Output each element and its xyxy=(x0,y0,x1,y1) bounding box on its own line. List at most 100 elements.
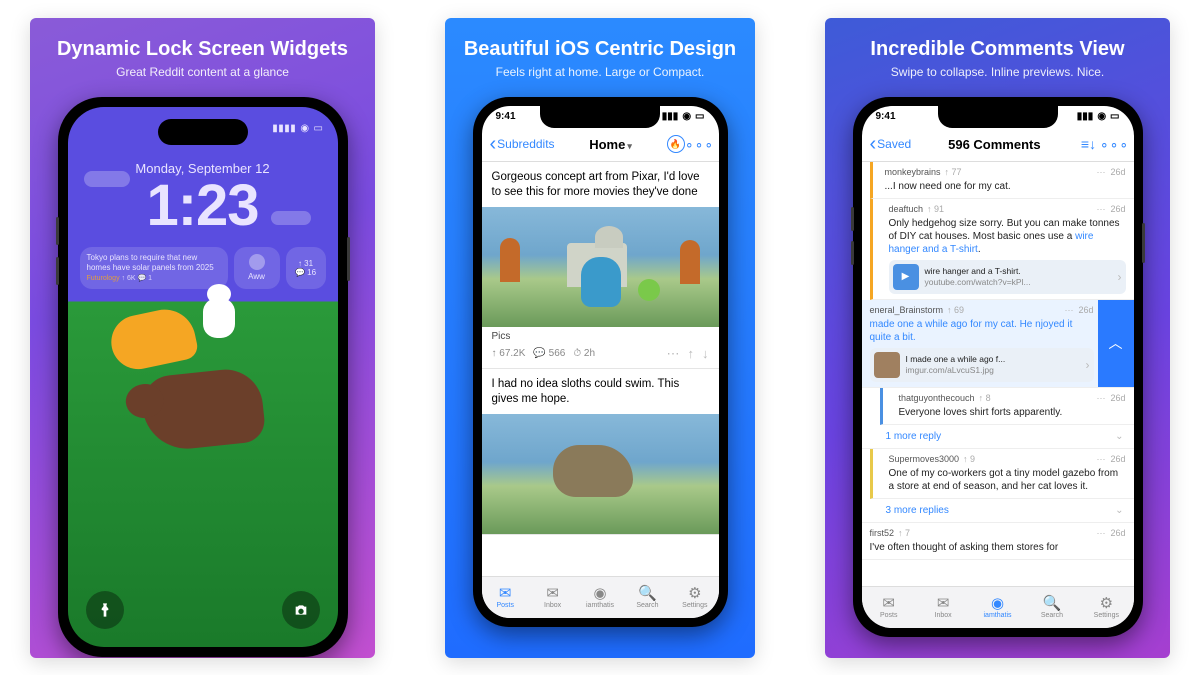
gear-icon: ⚙ xyxy=(688,586,701,601)
post-upvotes: ↑ 67.2K xyxy=(492,348,526,359)
phone-screen: 9:41 ▮▮▮ ◉ ▭ Subreddits Home▾ 🔥 ∘∘∘ Gorgeo… xyxy=(482,106,719,618)
more-replies-button[interactable]: 1 more reply⌄ xyxy=(862,425,1134,449)
lockscreen-widgets: Tokyo plans to require that new homes ha… xyxy=(68,239,338,298)
upvote-icon[interactable]: ↑ xyxy=(688,346,695,361)
comment-body: One of my co-workers got a tiny model ga… xyxy=(889,467,1126,493)
comment-row[interactable]: thatguyonthecouch↑ 8⋯26d Everyone loves … xyxy=(880,388,1134,425)
panel-subtitle: Swipe to collapse. Inline previews. Nice… xyxy=(891,65,1104,79)
swipe-collapse-action[interactable] xyxy=(1098,300,1134,387)
nav-title: 596 Comments xyxy=(915,137,1073,152)
tab-bar: ✉Posts ✉Inbox ◉iamthatis 🔍Search ⚙Settin… xyxy=(482,576,719,618)
battery-icon: ▭ xyxy=(1110,111,1119,122)
widget-stats[interactable]: ↑ 31 💬 16 xyxy=(286,247,326,290)
chevron-down-icon: ⌄ xyxy=(1115,505,1123,516)
tab-search[interactable]: 🔍Search xyxy=(1025,587,1079,628)
wifi-icon: ◉ xyxy=(300,123,309,134)
signal-icon: ▮▮▮ xyxy=(662,111,679,122)
more-replies-button[interactable]: 3 more replies⌄ xyxy=(862,499,1134,523)
comment-body: made one a while ago for my cat. He njoy… xyxy=(870,318,1094,344)
panel-title: Dynamic Lock Screen Widgets xyxy=(57,38,348,61)
wifi-icon: ◉ xyxy=(1097,111,1106,122)
tab-settings[interactable]: ⚙Settings xyxy=(671,577,718,618)
snoo-icon xyxy=(249,254,265,270)
phone-screen: ▮▮▮▮ ◉ ▭ Monday, September 12 1:23 Tokyo… xyxy=(68,107,338,647)
comment-row[interactable]: first52↑ 7⋯26d I've often thought of ask… xyxy=(862,523,1134,560)
phone-screen: 9:41 ▮▮▮◉▭ Saved 596 Comments ≡↓ ∘∘∘ mon… xyxy=(862,106,1134,628)
back-button[interactable]: Saved xyxy=(870,137,912,151)
post-age: ⏱ 2h xyxy=(573,348,595,359)
comment-row-swiped[interactable]: eneral_Brainstorm↑ 69⋯26d made one a whi… xyxy=(862,300,1134,388)
post-meta: Pics xyxy=(482,327,719,346)
battery-icon: ▭ xyxy=(314,123,324,134)
widget-post[interactable]: Tokyo plans to require that new homes ha… xyxy=(80,247,228,290)
comments-list[interactable]: monkeybrains↑ 77⋯26d ...I now need one f… xyxy=(862,162,1134,586)
chevron-down-icon: ▾ xyxy=(627,141,632,151)
comment-more-icon[interactable]: ⋯ xyxy=(1096,528,1106,539)
comment-more-icon[interactable]: ⋯ xyxy=(1096,167,1106,178)
posts-icon: ✉ xyxy=(882,596,895,611)
panel-subtitle: Feels right at home. Large or Compact. xyxy=(496,65,705,79)
status-time: 9:41 xyxy=(496,111,516,122)
tab-posts[interactable]: ✉Posts xyxy=(482,577,529,618)
comment-body: ...I now need one for my cat. xyxy=(885,180,1126,193)
phone-frame: 9:41 ▮▮▮◉▭ Saved 596 Comments ≡↓ ∘∘∘ mon… xyxy=(853,97,1143,637)
chevron-right-icon: › xyxy=(1118,270,1122,284)
media-preview[interactable]: I made one a while ago f...imgur.com/aLv… xyxy=(870,348,1094,382)
comment-more-icon[interactable]: ⋯ xyxy=(1096,204,1106,215)
sort-icon[interactable]: ≡↓ xyxy=(1078,133,1100,155)
search-icon: 🔍 xyxy=(1043,596,1062,611)
comment-row[interactable]: deaftuch↑ 91⋯26d Only hedgehog size sorr… xyxy=(870,199,1134,300)
post-comments: 💬 566 xyxy=(533,348,565,359)
tab-account[interactable]: ◉iamthatis xyxy=(576,577,623,618)
tab-posts[interactable]: ✉Posts xyxy=(862,587,916,628)
more-icon[interactable]: ∘∘∘ xyxy=(1104,133,1126,155)
comment-row[interactable]: monkeybrains↑ 77⋯26d ...I now need one f… xyxy=(870,162,1134,199)
tab-inbox[interactable]: ✉Inbox xyxy=(916,587,970,628)
widget-post-text: Tokyo plans to require that new homes ha… xyxy=(87,253,221,273)
inbox-icon: ✉ xyxy=(546,586,559,601)
image-thumb xyxy=(874,352,900,378)
inbox-icon: ✉ xyxy=(937,596,950,611)
post-card[interactable]: Gorgeous concept art from Pixar, I'd lov… xyxy=(482,162,719,369)
sort-hot-icon[interactable]: 🔥 xyxy=(667,135,685,153)
battery-icon: ▭ xyxy=(695,111,704,122)
comment-body: Only hedgehog size sorry. But you can ma… xyxy=(889,217,1126,256)
back-button[interactable]: Subreddits xyxy=(490,137,555,151)
comment-more-icon[interactable]: ⋯ xyxy=(1096,393,1106,404)
post-image[interactable] xyxy=(482,207,719,327)
flashlight-button[interactable] xyxy=(86,591,124,629)
post-subreddit[interactable]: Pics xyxy=(492,331,511,342)
tab-search[interactable]: 🔍Search xyxy=(624,577,671,618)
tab-account[interactable]: ◉iamthatis xyxy=(970,587,1024,628)
tab-bar: ✉Posts ✉Inbox ◉iamthatis 🔍Search ⚙Settin… xyxy=(862,586,1134,628)
post-card[interactable]: I had no idea sloths could swim. This gi… xyxy=(482,369,719,535)
downvote-icon[interactable]: ↓ xyxy=(702,346,709,361)
post-more-icon[interactable]: ⋯ xyxy=(667,346,680,362)
nav-title[interactable]: Home▾ xyxy=(559,137,663,152)
media-preview[interactable]: ▶ wire hanger and a T-shirt.youtube.com/… xyxy=(889,260,1126,294)
tab-settings[interactable]: ⚙Settings xyxy=(1079,587,1133,628)
signal-icon: ▮▮▮▮ xyxy=(272,123,296,134)
account-icon: ◉ xyxy=(593,586,606,601)
camera-button[interactable] xyxy=(282,591,320,629)
gear-icon: ⚙ xyxy=(1100,596,1113,611)
widget-icon[interactable]: Aww xyxy=(234,247,280,290)
comment-body: Everyone loves shirt forts apparently. xyxy=(899,406,1126,419)
play-icon: ▶ xyxy=(893,264,919,290)
dynamic-island xyxy=(158,119,248,145)
chevron-down-icon: ⌄ xyxy=(1115,431,1123,442)
comment-more-icon[interactable]: ⋯ xyxy=(1064,305,1074,316)
promo-panel-feed: Beautiful iOS Centric Design Feels right… xyxy=(445,18,755,658)
tab-inbox[interactable]: ✉Inbox xyxy=(529,577,576,618)
comment-row[interactable]: Supermoves3000↑ 9⋯26d One of my co-worke… xyxy=(870,449,1134,499)
account-icon: ◉ xyxy=(991,596,1004,611)
promo-panel-lockscreen: Dynamic Lock Screen Widgets Great Reddit… xyxy=(30,18,375,658)
panel-title: Incredible Comments View xyxy=(870,38,1124,61)
nav-bar: Subreddits Home▾ 🔥 ∘∘∘ xyxy=(482,128,719,162)
notch xyxy=(540,106,660,128)
chevron-right-icon: › xyxy=(1086,358,1090,372)
post-image[interactable] xyxy=(482,414,719,534)
search-icon: 🔍 xyxy=(638,586,657,601)
more-icon[interactable]: ∘∘∘ xyxy=(689,133,711,155)
comment-more-icon[interactable]: ⋯ xyxy=(1096,454,1106,465)
